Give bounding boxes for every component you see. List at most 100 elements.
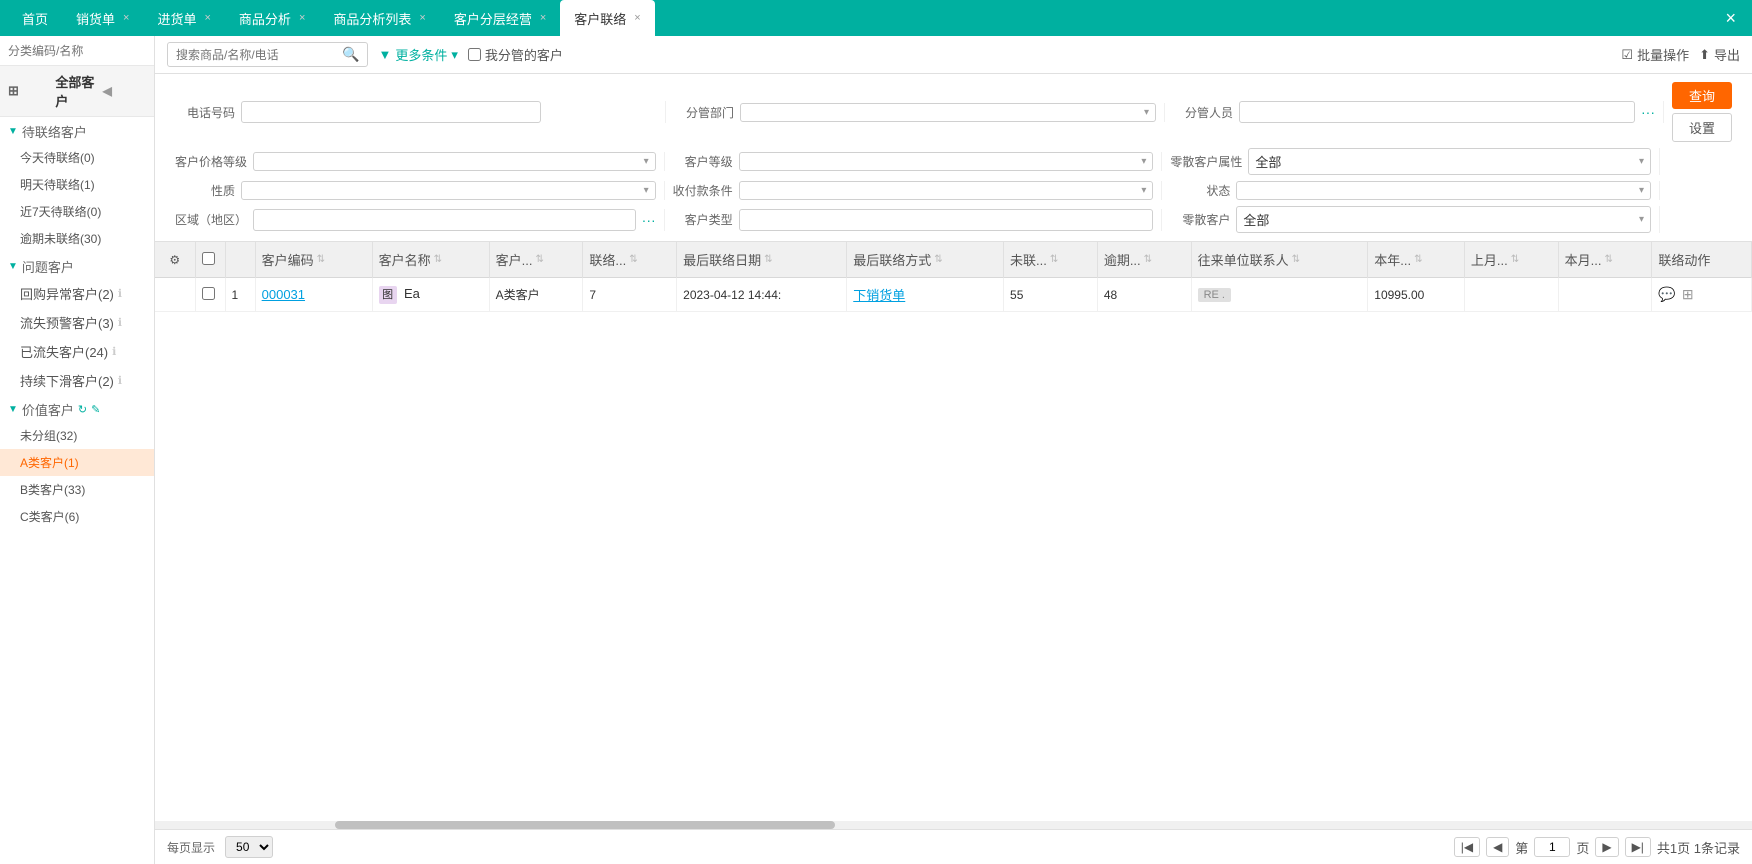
all-customers-header[interactable]: ⊞ 全部客户 ◀ bbox=[0, 66, 154, 117]
sidebar-item-repurchase-abnormal[interactable]: 回购异常客户(2) ℹ bbox=[0, 279, 154, 308]
prev-page-button[interactable]: ◀ bbox=[1486, 837, 1509, 857]
arrow-icon: ▼ bbox=[8, 404, 18, 415]
comment-icon[interactable]: 💬 bbox=[1658, 286, 1675, 303]
th-last-month[interactable]: 上月... ⇅ bbox=[1464, 242, 1558, 278]
sidebar-item-churned[interactable]: 已流失客户(24) ℹ bbox=[0, 337, 154, 366]
retail-customer-select[interactable]: 全部 ▾ bbox=[1236, 206, 1651, 233]
th-action: 联络动作 bbox=[1652, 242, 1752, 278]
nav-customer-segment[interactable]: 客户分层经营 × bbox=[440, 0, 560, 36]
search-button[interactable]: 查询 bbox=[1672, 82, 1732, 109]
sidebar-item-class-a[interactable]: A类客户(1) bbox=[0, 449, 154, 476]
horizontal-scrollbar[interactable] bbox=[155, 821, 1752, 829]
phone-label: 电话号码 bbox=[175, 104, 235, 121]
scrollbar-thumb[interactable] bbox=[335, 821, 835, 829]
filter-retail-customer: 零散客户 全部 ▾ bbox=[1162, 206, 1660, 233]
nav-home[interactable]: 首页 bbox=[8, 0, 62, 36]
next-page-button[interactable]: ▶ bbox=[1595, 837, 1618, 857]
row-checkbox[interactable] bbox=[202, 287, 215, 300]
close-icon[interactable]: × bbox=[123, 12, 129, 24]
phone-input[interactable] bbox=[241, 101, 541, 123]
td-this-month bbox=[1558, 278, 1652, 312]
sidebar-item-declining[interactable]: 持续下滑客户(2) ℹ bbox=[0, 366, 154, 395]
th-code[interactable]: 客户编码 ⇅ bbox=[255, 242, 372, 278]
close-icon[interactable]: × bbox=[204, 12, 210, 24]
data-table: ⚙ 客户编码 ⇅ 客户名称 ⇅ bbox=[155, 242, 1752, 312]
th-checkbox[interactable] bbox=[195, 242, 225, 278]
th-this-year[interactable]: 本年... ⇅ bbox=[1368, 242, 1465, 278]
manager-input[interactable] bbox=[1239, 101, 1635, 123]
th-last-contact-date[interactable]: 最后联络日期 ⇅ bbox=[677, 242, 847, 278]
more-icon[interactable]: ··· bbox=[642, 212, 656, 228]
main-layout: 🔍 ⊞ 全部客户 ◀ ▼ 待联络客户 今天待联络(0) 明天待联络(1) 近7天… bbox=[0, 36, 1752, 864]
nav-product-analysis-list[interactable]: 商品分析列表 × bbox=[319, 0, 439, 36]
customer-avatar: 图 bbox=[379, 286, 397, 304]
more-icon[interactable]: ··· bbox=[1641, 104, 1655, 120]
retail-attr-select[interactable]: 全部 ▾ bbox=[1248, 148, 1651, 175]
close-icon[interactable]: × bbox=[419, 12, 425, 24]
filter-bar: 🔍 ▼ 更多条件 ▾ 我分管的客户 ☑ 批量操作 ⬆ 导出 bbox=[155, 36, 1752, 74]
sidebar-item-class-c[interactable]: C类客户(6) bbox=[0, 503, 154, 530]
refresh-icon[interactable]: ↻ bbox=[78, 403, 87, 416]
th-contact[interactable]: 联络... ⇅ bbox=[583, 242, 677, 278]
th-overdue[interactable]: 逾期... ⇅ bbox=[1097, 242, 1191, 278]
region-input[interactable] bbox=[253, 209, 636, 231]
select-all-checkbox[interactable] bbox=[202, 252, 215, 265]
sidebar-item-7days-pending[interactable]: 近7天待联络(0) bbox=[0, 198, 154, 225]
sidebar-item-overdue[interactable]: 逾期未联络(30) bbox=[0, 225, 154, 252]
td-last-contact-method[interactable]: 下销货单 bbox=[847, 278, 1004, 312]
per-page-select[interactable]: 50 bbox=[225, 836, 273, 858]
info-icon: ℹ bbox=[112, 345, 116, 358]
price-level-select[interactable]: ▾ bbox=[253, 152, 656, 171]
batch-op-button[interactable]: ☑ 批量操作 bbox=[1621, 45, 1689, 64]
first-page-button[interactable]: |◀ bbox=[1454, 837, 1480, 857]
th-settings[interactable]: ⚙ bbox=[155, 242, 195, 278]
nature-select[interactable]: ▾ bbox=[241, 181, 656, 200]
th-unit-contact[interactable]: 往来单位联系人 ⇅ bbox=[1191, 242, 1368, 278]
td-name[interactable]: 图 Ea bbox=[372, 278, 489, 312]
dept-select[interactable]: ▾ bbox=[740, 103, 1156, 122]
nav-customer-contact[interactable]: 客户联络 × bbox=[560, 0, 654, 36]
th-last-contact-method[interactable]: 最后联络方式 ⇅ bbox=[847, 242, 1004, 278]
th-index bbox=[225, 242, 255, 278]
edit-icon[interactable]: ✎ bbox=[91, 403, 100, 416]
search-icon[interactable]: 🔍 bbox=[342, 46, 359, 63]
sidebar-item-ungrouped[interactable]: 未分组(32) bbox=[0, 422, 154, 449]
th-name[interactable]: 客户名称 ⇅ bbox=[372, 242, 489, 278]
customer-type-input[interactable] bbox=[739, 209, 1154, 231]
nav-purchase-order[interactable]: 进货单 × bbox=[143, 0, 224, 36]
grid-action-icon[interactable]: ⊞ bbox=[1682, 286, 1694, 303]
close-icon[interactable]: × bbox=[299, 12, 305, 24]
th-type[interactable]: 客户... ⇅ bbox=[489, 242, 583, 278]
page-input[interactable] bbox=[1534, 837, 1570, 857]
payment-select[interactable]: ▾ bbox=[739, 181, 1154, 200]
customer-level-select[interactable]: ▾ bbox=[739, 152, 1154, 171]
nav-sales-order[interactable]: 销货单 × bbox=[62, 0, 143, 36]
more-filter-button[interactable]: ▼ 更多条件 ▾ bbox=[378, 45, 457, 64]
td-checkbox[interactable] bbox=[195, 278, 225, 312]
retail-attr-label: 零散客户属性 bbox=[1170, 153, 1242, 170]
filter-customer-type: 客户类型 bbox=[665, 209, 1163, 231]
nav-product-analysis[interactable]: 商品分析 × bbox=[225, 0, 319, 36]
td-code[interactable]: 000031 bbox=[255, 278, 372, 312]
th-uncontacted[interactable]: 未联... ⇅ bbox=[1004, 242, 1098, 278]
sidebar-search-input[interactable] bbox=[8, 44, 155, 58]
sidebar-item-tomorrow-pending[interactable]: 明天待联络(1) bbox=[0, 171, 154, 198]
sidebar-item-churn-warning[interactable]: 流失预警客户(3) ℹ bbox=[0, 308, 154, 337]
last-page-button[interactable]: ▶| bbox=[1625, 837, 1651, 857]
th-this-month[interactable]: 本月... ⇅ bbox=[1558, 242, 1652, 278]
close-all-button[interactable]: × bbox=[1717, 8, 1744, 29]
collapse-icon[interactable]: ◀ bbox=[103, 84, 146, 98]
search-input[interactable] bbox=[176, 48, 336, 62]
arrow-icon: ▼ bbox=[8, 126, 18, 137]
export-button[interactable]: ⬆ 导出 bbox=[1699, 45, 1740, 64]
setting-button[interactable]: 设置 bbox=[1672, 113, 1732, 142]
sidebar-item-today-pending[interactable]: 今天待联络(0) bbox=[0, 144, 154, 171]
td-this-year: 10995.00 bbox=[1368, 278, 1465, 312]
my-customers-checkbox[interactable] bbox=[468, 48, 481, 61]
sidebar-search-area: 🔍 bbox=[0, 36, 154, 66]
close-icon[interactable]: × bbox=[540, 12, 546, 24]
data-table-wrapper: ⚙ 客户编码 ⇅ 客户名称 ⇅ bbox=[155, 242, 1752, 821]
status-select[interactable]: ▾ bbox=[1236, 181, 1651, 200]
sidebar-item-class-b[interactable]: B类客户(33) bbox=[0, 476, 154, 503]
close-icon[interactable]: × bbox=[634, 12, 640, 24]
